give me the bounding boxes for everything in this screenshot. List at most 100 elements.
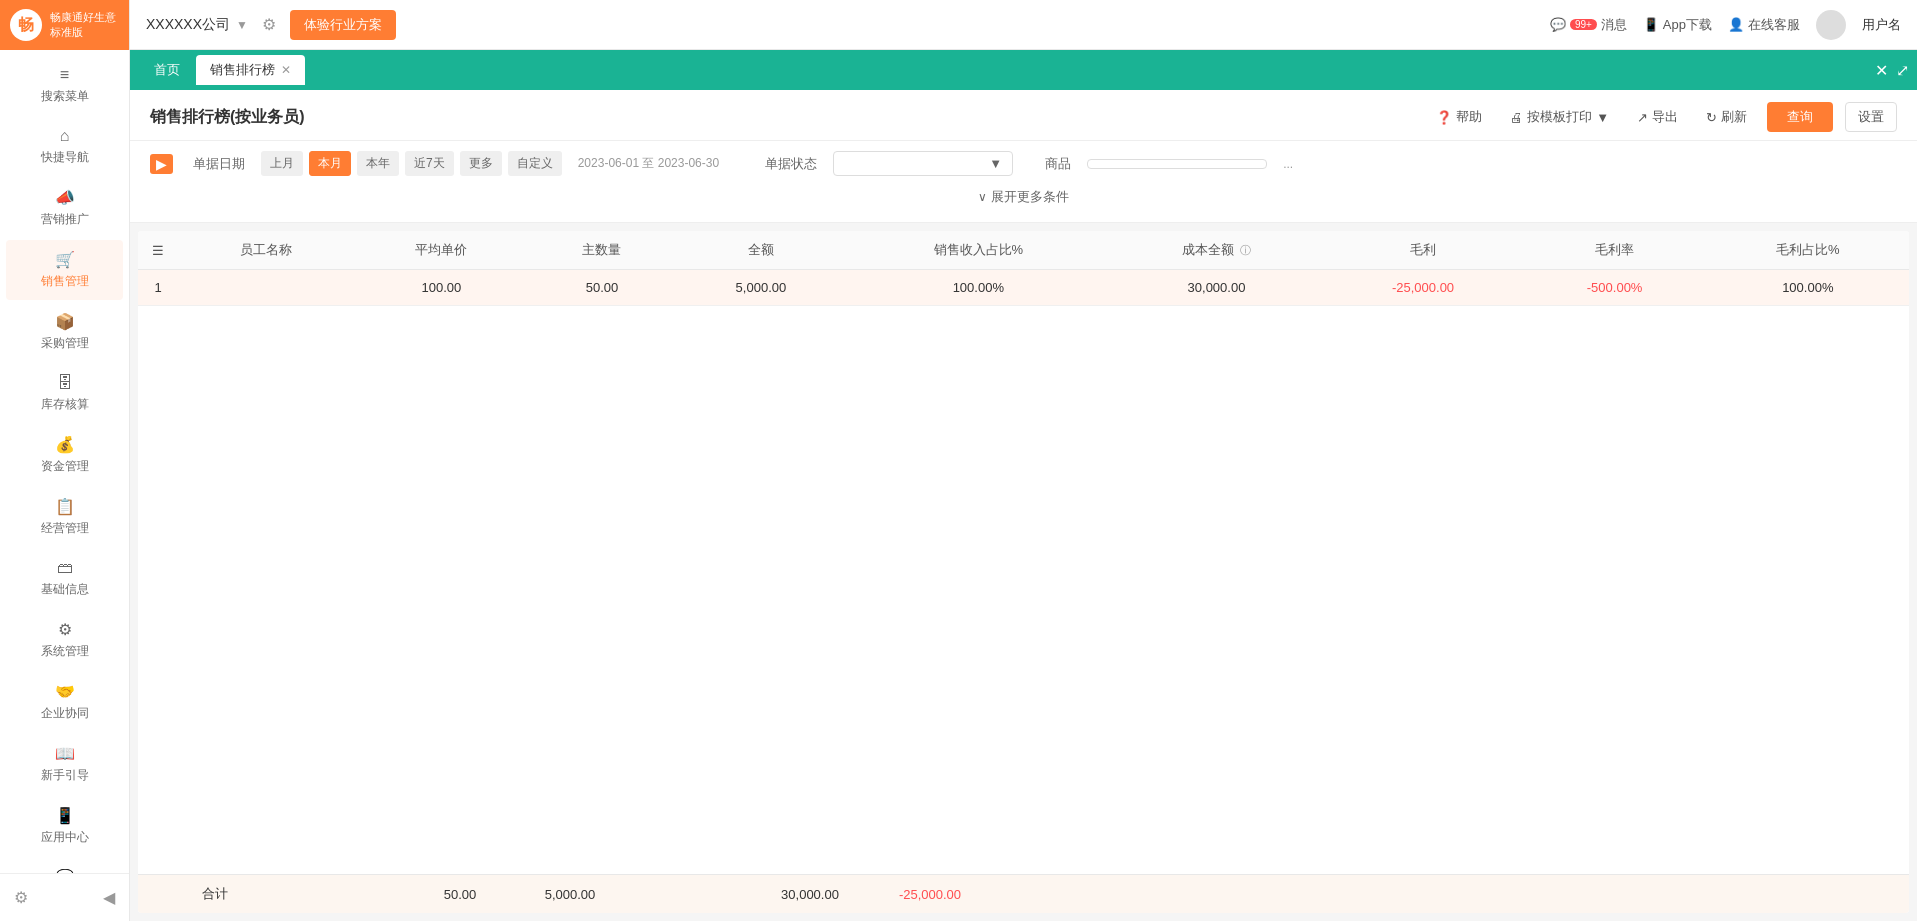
sidebar-item-enterprise[interactable]: 🤝 企业协同 — [6, 672, 123, 732]
footer-cost-amount-value: 30,000.00 — [781, 887, 839, 902]
app-download-button[interactable]: 📱 App下载 — [1643, 16, 1712, 34]
help-button[interactable]: ❓ 帮助 — [1428, 104, 1490, 130]
status-label: 单据状态 — [765, 155, 817, 173]
sidebar-item-search-order[interactable]: ≡ 搜索菜单 — [6, 56, 123, 115]
col-gross-pct: 毛利占比% — [1707, 231, 1909, 270]
custom-date-btn[interactable]: 自定义 — [508, 151, 562, 176]
col-cost-amount-label: 成本全额 — [1182, 242, 1234, 257]
export-button[interactable]: ↗ 导出 — [1629, 104, 1686, 130]
sidebar-item-sales[interactable]: 🛒 销售管理 — [6, 240, 123, 300]
message-icon: 💬 — [1550, 17, 1566, 32]
company-selector[interactable]: XXXXXX公司 ▼ — [146, 16, 248, 34]
message-label: 消息 — [1601, 16, 1627, 34]
sidebar-item-wechat[interactable]: 💬 企业微信 — [6, 858, 123, 873]
query-button[interactable]: 查询 — [1767, 102, 1833, 132]
cell-sales-pct: 100.00% — [847, 270, 1109, 306]
sidebar-settings-button[interactable]: ⚙ — [10, 884, 32, 911]
app-center-icon: 📱 — [55, 806, 75, 825]
expand-chevron-icon: ∨ — [978, 190, 987, 204]
sidebar-item-label: 销售管理 — [41, 273, 89, 290]
sidebar-item-label: 系统管理 — [41, 643, 89, 660]
logo-text: 畅康通好生意 标准版 — [50, 10, 116, 41]
footer-gross-profit-value: -25,000.00 — [899, 887, 961, 902]
purchase-icon: 📦 — [55, 312, 75, 331]
gross-pct-value: 100.00% — [1782, 280, 1833, 295]
col-settings[interactable]: ☰ — [138, 231, 178, 270]
expand-toggle[interactable]: ▶ — [150, 154, 173, 174]
online-service-button[interactable]: 👤 在线客服 — [1728, 16, 1800, 34]
col-amount: 全额 — [675, 231, 847, 270]
page-header: 销售排行榜(按业务员) ❓ 帮助 🖨 按模板打印 ▼ ↗ 导出 ↻ 刷新 — [130, 90, 1917, 141]
current-year-btn[interactable]: 本年 — [357, 151, 399, 176]
col-sales-pct-label: 销售收入占比% — [934, 242, 1024, 257]
finance-icon: 💰 — [55, 435, 75, 454]
footer-main-qty-value: 50.00 — [444, 887, 477, 902]
col-settings-label: ☰ — [152, 243, 164, 258]
col-sales-pct: 销售收入占比% — [847, 231, 1109, 270]
expand-btn-label: 展开更多条件 — [991, 188, 1069, 206]
operations-icon: 📋 — [55, 497, 75, 516]
refresh-button[interactable]: ↻ 刷新 — [1698, 104, 1755, 130]
date-filters: 上月 本月 本年 近7天 更多 自定义 — [261, 151, 562, 176]
cell-employee-name — [178, 270, 354, 306]
sidebar-item-purchase[interactable]: 📦 采购管理 — [6, 302, 123, 362]
footer-amount-value: 5,000.00 — [545, 887, 596, 902]
tab-close-icon[interactable]: ✕ — [281, 63, 291, 77]
more-filter-btn[interactable]: ... — [1283, 157, 1293, 171]
sidebar-item-guide[interactable]: 📖 新手引导 — [6, 734, 123, 794]
gross-profit-value: -25,000.00 — [1392, 280, 1454, 295]
tab-maximize-button[interactable]: ⤢ — [1896, 61, 1909, 80]
status-select[interactable]: ▼ — [833, 151, 1013, 176]
print-chevron-icon: ▼ — [1596, 110, 1609, 125]
filter-area: ▶ 单据日期 上月 本月 本年 近7天 更多 自定义 2023-06-01 至 … — [130, 141, 1917, 223]
sidebar-collapse-button[interactable]: ◀ — [99, 884, 119, 911]
sidebar-item-label: 新手引导 — [41, 767, 89, 784]
current-month-btn[interactable]: 本月 — [309, 151, 351, 176]
last7days-btn[interactable]: 近7天 — [405, 151, 454, 176]
company-chevron-icon: ▼ — [236, 18, 248, 32]
expand-icon[interactable]: ▶ — [150, 154, 173, 174]
col-gross-profit-label: 毛利 — [1410, 242, 1436, 257]
trial-button[interactable]: 体验行业方案 — [290, 10, 396, 40]
tab-close-button[interactable]: ✕ — [1875, 61, 1888, 80]
sidebar-item-marketing[interactable]: 📣 营销推广 — [6, 178, 123, 238]
col-cost-amount: 成本全额 ⓘ — [1109, 231, 1323, 270]
sidebar-item-system[interactable]: ⚙ 系统管理 — [6, 610, 123, 670]
avatar[interactable] — [1816, 10, 1846, 40]
goods-input[interactable] — [1087, 159, 1267, 169]
expand-more-btn[interactable]: ∨ 展开更多条件 — [978, 182, 1069, 212]
col-avg-price-label: 平均单价 — [415, 242, 467, 257]
sidebar-item-finance[interactable]: 💰 资金管理 — [6, 425, 123, 485]
sidebar-item-app-center[interactable]: 📱 应用中心 — [6, 796, 123, 856]
tab-home[interactable]: 首页 — [138, 53, 196, 87]
amount-value: 5,000.00 — [736, 280, 787, 295]
template-print-button[interactable]: 🖨 按模板打印 ▼ — [1502, 104, 1617, 130]
sidebar-item-label: 企业协同 — [41, 705, 89, 722]
topbar-settings-icon[interactable]: ⚙ — [258, 11, 280, 38]
footer-amount: 5,000.00 — [510, 887, 630, 902]
help-label: 帮助 — [1456, 108, 1482, 126]
sidebar-item-inventory[interactable]: 🗄 库存核算 — [6, 364, 123, 423]
col-employee-name: 员工名称 — [178, 231, 354, 270]
sidebar-item-basic-info[interactable]: 🗃 基础信息 — [6, 549, 123, 608]
more-date-btn[interactable]: 更多 — [460, 151, 502, 176]
tab-sales-ranking[interactable]: 销售排行榜 ✕ — [196, 55, 305, 85]
gross-rate-value: -500.00% — [1587, 280, 1643, 295]
phone-icon: 📱 — [1643, 17, 1659, 32]
goods-label: 商品 — [1045, 155, 1071, 173]
sidebar-item-label: 基础信息 — [41, 581, 89, 598]
settings-button[interactable]: 设置 — [1845, 102, 1897, 132]
prev-month-btn[interactable]: 上月 — [261, 151, 303, 176]
print-icon: 🖨 — [1510, 110, 1523, 125]
total-label: 合计 — [202, 886, 228, 901]
sidebar-item-quick-nav[interactable]: ⌂ 快捷导航 — [6, 117, 123, 176]
system-icon: ⚙ — [58, 620, 72, 639]
cost-amount-value: 30,000.00 — [1188, 280, 1246, 295]
sidebar-item-operations[interactable]: 📋 经营管理 — [6, 487, 123, 547]
sales-pct-value: 100.00% — [953, 280, 1004, 295]
date-label: 单据日期 — [193, 155, 245, 173]
col-gross-rate-label: 毛利率 — [1595, 242, 1634, 257]
message-button[interactable]: 💬 99+ 消息 — [1550, 16, 1627, 34]
sidebar-item-label: 库存核算 — [41, 396, 89, 413]
sales-icon: 🛒 — [55, 250, 75, 269]
